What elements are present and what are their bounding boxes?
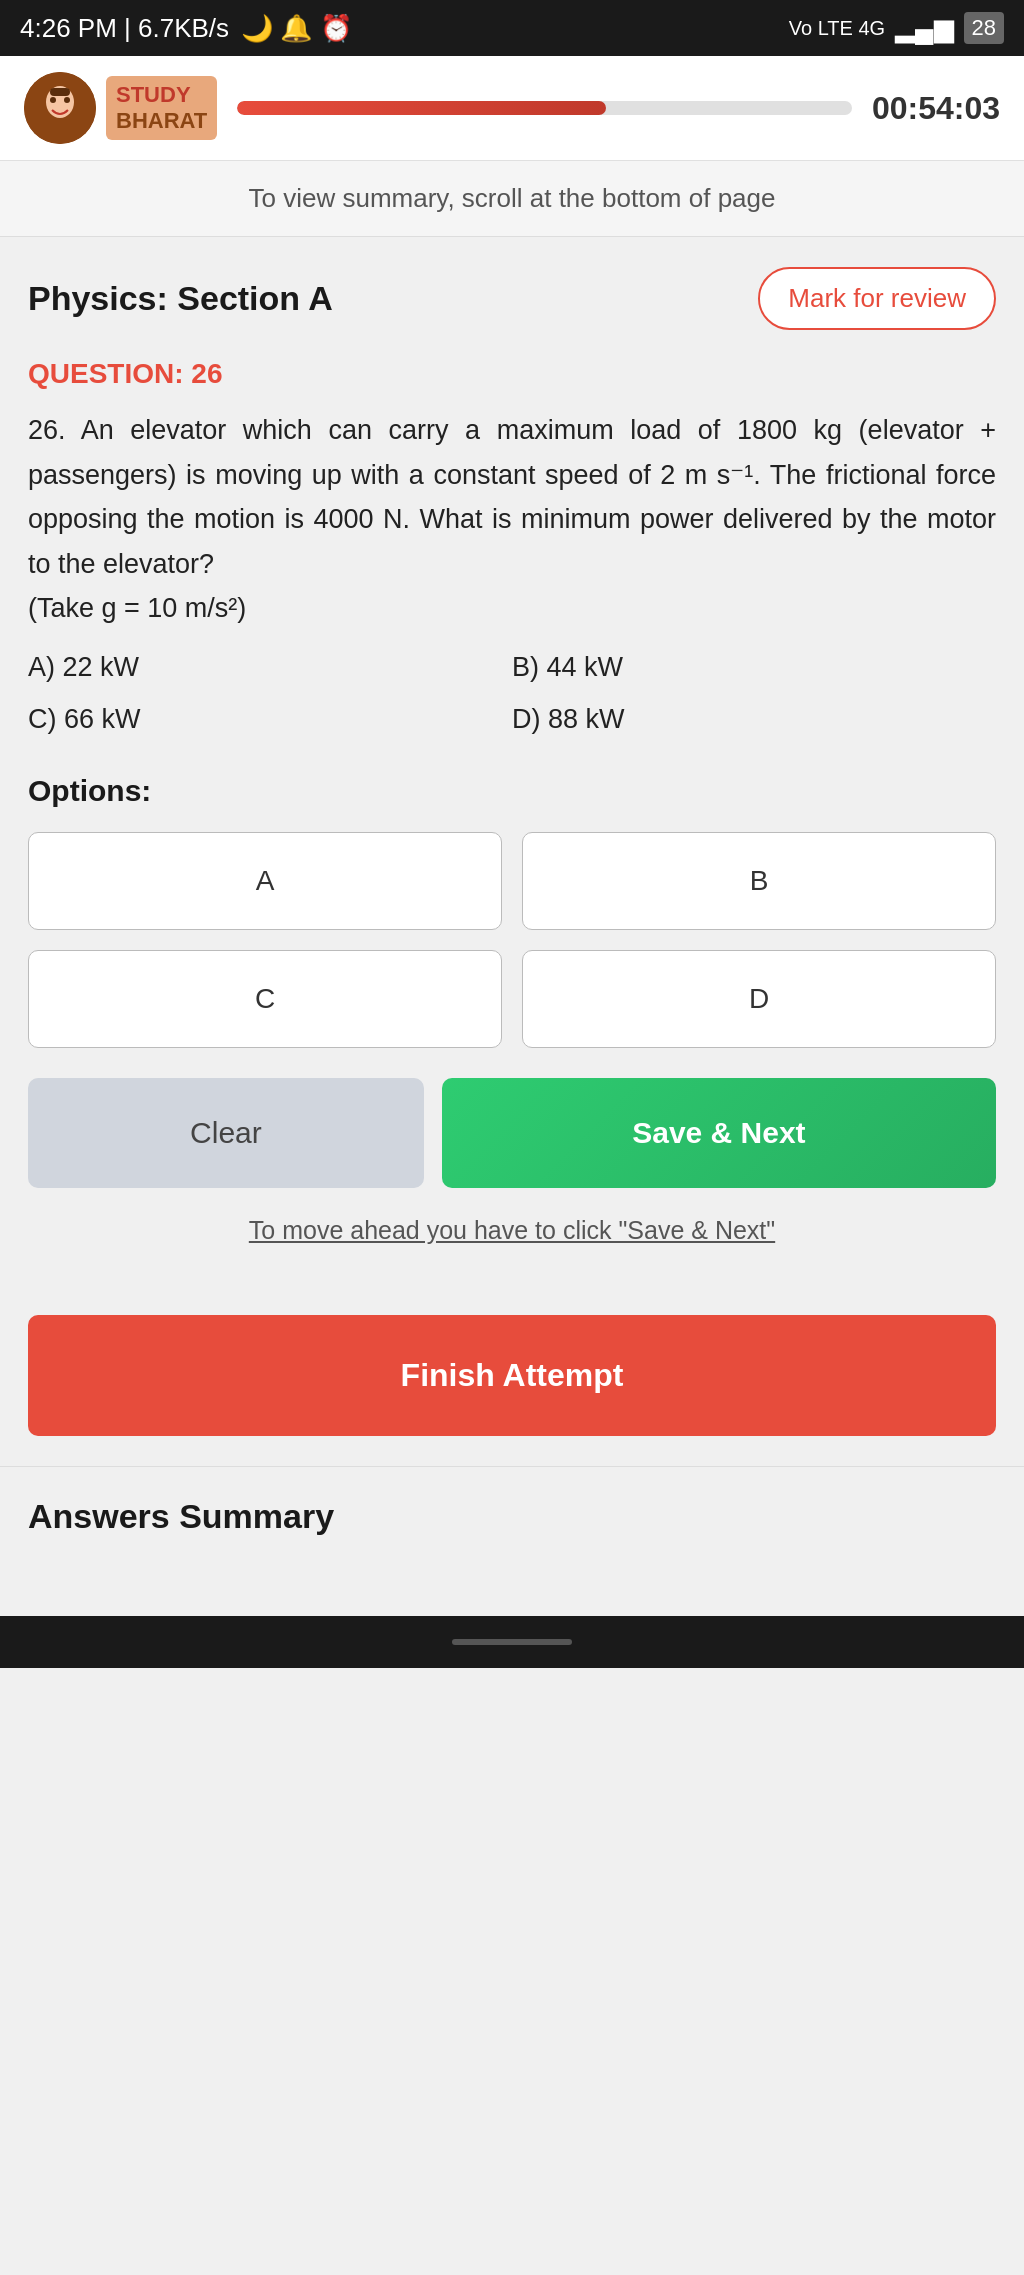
save-next-button[interactable]: Save & Next (442, 1078, 996, 1188)
choice-b: B) 44 kW (512, 641, 996, 694)
logo-area: STUDY BHARAT (24, 72, 217, 144)
progress-timer-area: 00:54:03 (237, 90, 1000, 127)
battery-indicator: 28 (964, 12, 1004, 44)
progress-bar-container (237, 101, 852, 115)
logo-text-block: STUDY BHARAT (106, 76, 217, 140)
logo-icon (24, 72, 96, 144)
logo-bharat: BHARAT (116, 108, 207, 134)
progress-bar-fill (237, 101, 606, 115)
option-b-button[interactable]: B (522, 832, 996, 930)
question-text: An elevator which can carry a maximum lo… (28, 415, 996, 579)
svg-point-3 (64, 97, 70, 103)
app-header: STUDY BHARAT 00:54:03 (0, 56, 1024, 161)
status-bar: 4:26 PM | 6.7KB/s 🌙 🔔 ⏰ Vo LTE 4G ▂▄▆ 28 (0, 0, 1024, 56)
signal-icons: 🌙 🔔 ⏰ (241, 13, 351, 44)
options-label: Options: (28, 774, 996, 808)
finish-section: Finish Attempt (0, 1315, 1024, 1466)
choice-d: D) 88 kW (512, 693, 996, 746)
section-title: Physics: Section A (28, 279, 333, 318)
choice-a: A) 22 kW (28, 641, 512, 694)
option-a-button[interactable]: A (28, 832, 502, 930)
finish-attempt-button[interactable]: Finish Attempt (28, 1315, 996, 1436)
option-c-button[interactable]: C (28, 950, 502, 1048)
hint-text: To move ahead you have to click "Save & … (28, 1216, 996, 1245)
status-right: Vo LTE 4G ▂▄▆ 28 (789, 12, 1004, 44)
answers-summary-title: Answers Summary (28, 1497, 996, 1536)
section-header: Physics: Section A Mark for review (28, 267, 996, 330)
answers-summary-section: Answers Summary (0, 1466, 1024, 1616)
choices-grid: A) 22 kW B) 44 kW C) 66 kW D) 88 kW (28, 641, 996, 746)
status-left: 4:26 PM | 6.7KB/s 🌙 🔔 ⏰ (20, 13, 352, 44)
logo-study: STUDY (116, 82, 207, 108)
svg-rect-4 (50, 88, 70, 96)
question-takeg: (Take g = 10 m/s²) (28, 593, 246, 623)
bottom-nav (0, 1616, 1024, 1668)
timer-display: 00:54:03 (872, 90, 1000, 127)
main-content: Physics: Section A Mark for review QUEST… (0, 237, 1024, 1315)
question-number: 26. (28, 415, 66, 445)
nav-indicator (452, 1639, 572, 1645)
choice-c: C) 66 kW (28, 693, 512, 746)
svg-point-2 (50, 97, 56, 103)
question-body: 26. An elevator which can carry a maximu… (28, 408, 996, 746)
scroll-hint: To view summary, scroll at the bottom of… (0, 161, 1024, 237)
question-label: QUESTION: 26 (28, 358, 996, 390)
time-display: 4:26 PM | 6.7KB/s (20, 13, 229, 44)
action-row: Clear Save & Next (28, 1078, 996, 1188)
lte-icon: Vo LTE 4G (789, 17, 885, 40)
option-d-button[interactable]: D (522, 950, 996, 1048)
clear-button[interactable]: Clear (28, 1078, 424, 1188)
mark-review-button[interactable]: Mark for review (758, 267, 996, 330)
options-grid: A B C D (28, 832, 996, 1048)
signal-bars: ▂▄▆ (895, 13, 953, 44)
